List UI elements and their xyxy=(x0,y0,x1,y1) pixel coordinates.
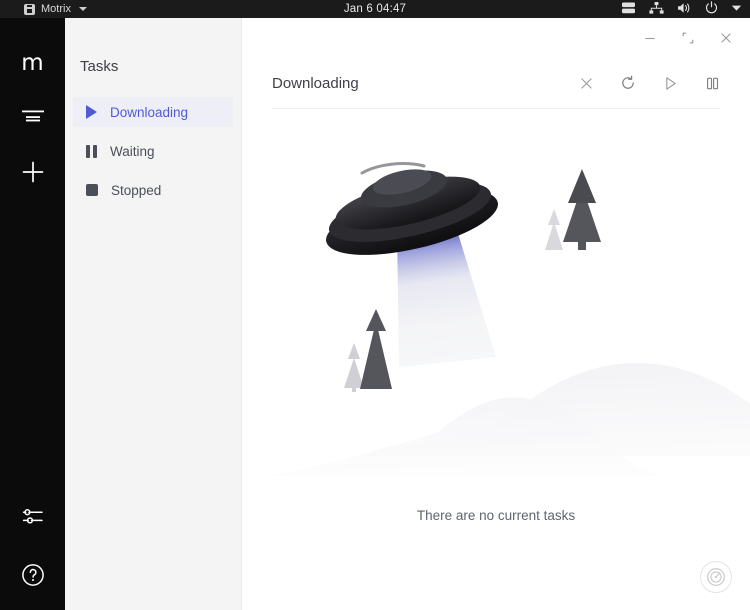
play-icon xyxy=(86,105,97,119)
sidebar-item-stopped[interactable]: Stopped xyxy=(73,175,233,205)
app-logo: m xyxy=(21,50,44,76)
app-rail: m xyxy=(0,18,65,610)
speedometer-icon xyxy=(707,568,725,586)
pause-all-button[interactable] xyxy=(704,75,720,91)
tasks-nav-list: Downloading Waiting Stopped xyxy=(65,97,241,205)
os-top-bar: Motrix Jan 6 04:47 xyxy=(0,0,750,18)
maximize-button[interactable] xyxy=(680,30,696,46)
page-title: Downloading xyxy=(272,74,359,92)
header-toolbar xyxy=(578,75,720,91)
power-icon[interactable] xyxy=(705,1,718,17)
sidebar-item-label: Waiting xyxy=(110,143,155,159)
chevron-down-icon[interactable] xyxy=(731,3,742,15)
preferences-icon[interactable] xyxy=(18,502,48,532)
window-controls xyxy=(642,18,750,58)
network-icon[interactable] xyxy=(649,1,664,17)
main-header: Downloading xyxy=(272,58,720,109)
empty-state-message: There are no current tasks xyxy=(416,508,576,523)
tasks-panel: Tasks Downloading Waiting Stopped xyxy=(65,18,242,610)
motrix-window: m Tasks Downloading Waiting Stopped Down… xyxy=(0,18,750,610)
empty-state: There are no current tasks xyxy=(242,123,750,543)
sidebar-item-label: Downloading xyxy=(110,104,189,120)
minimize-button[interactable] xyxy=(642,30,658,46)
volume-icon[interactable] xyxy=(677,2,692,17)
pause-icon xyxy=(86,144,97,158)
speed-meter-button[interactable] xyxy=(700,561,732,593)
os-system-tray xyxy=(621,1,750,17)
sidebar-item-label: Stopped xyxy=(111,182,162,198)
help-icon[interactable] xyxy=(18,560,48,590)
sidebar-item-downloading[interactable]: Downloading xyxy=(73,97,233,127)
resume-all-button[interactable] xyxy=(662,75,678,91)
tasks-panel-title: Tasks xyxy=(80,58,119,75)
close-button[interactable] xyxy=(718,30,734,46)
display-icon[interactable] xyxy=(621,2,636,17)
ufo-empty-illustration xyxy=(260,162,750,476)
sidebar-item-waiting[interactable]: Waiting xyxy=(73,136,233,166)
stop-icon xyxy=(86,184,98,196)
refresh-button[interactable] xyxy=(620,75,636,91)
main-panel: Downloading There are no current tasks xyxy=(242,18,750,610)
delete-tasks-button[interactable] xyxy=(578,75,594,91)
task-list-icon[interactable] xyxy=(18,101,48,131)
add-task-icon[interactable] xyxy=(18,157,48,187)
